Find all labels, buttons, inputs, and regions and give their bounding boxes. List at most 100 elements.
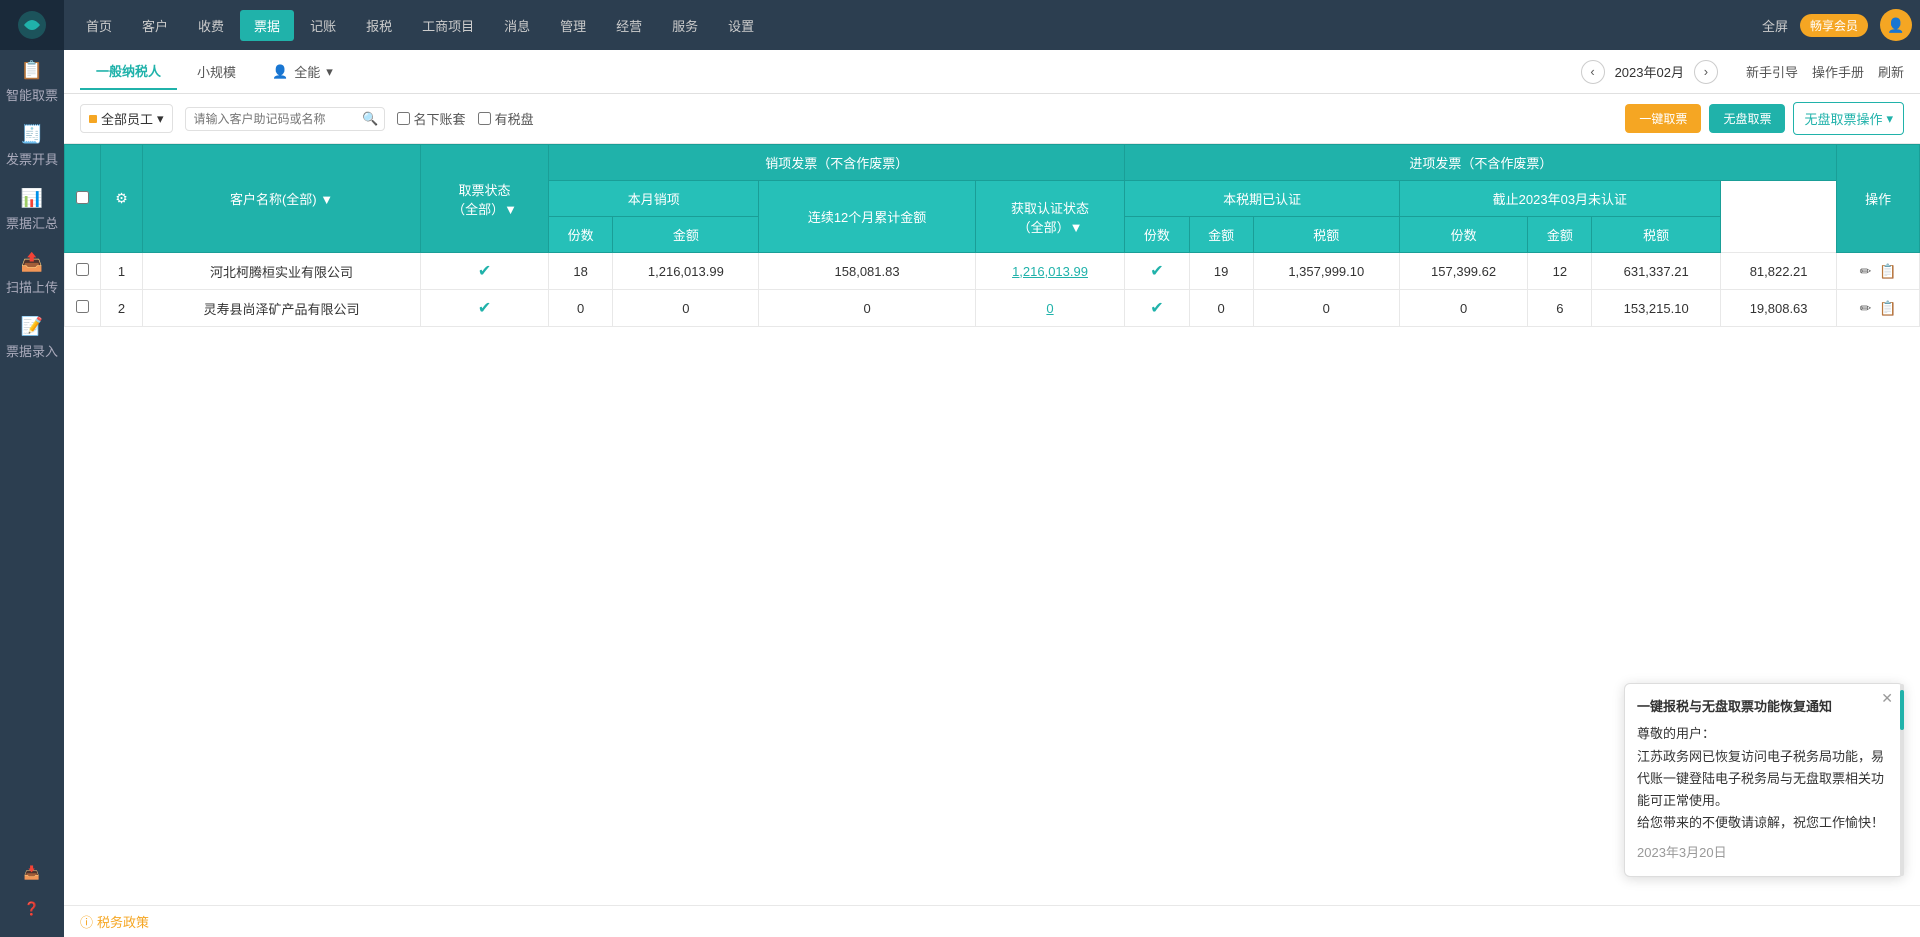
check-youshui-label[interactable]: 有税盘	[478, 109, 534, 128]
notification-scrollbar[interactable]	[1900, 684, 1904, 876]
sidebar-item-label: 扫描上传	[6, 277, 58, 296]
main-table: ⚙ 客户名称(全部) ▼ 取票状态（全部）▼ 销项发票（不含作废票） 进项发票（…	[64, 144, 1920, 327]
th-sales-amount: 金额	[613, 217, 759, 253]
sidebar-item-scan-upload[interactable]: 📤 扫描上传	[0, 242, 64, 306]
refresh-link[interactable]: 刷新	[1878, 62, 1904, 81]
tab-date-nav: ‹ 2023年02月 › 新手引导 操作手册 刷新	[1581, 60, 1904, 84]
sidebar-item-download[interactable]: 📥	[0, 855, 64, 891]
nav-item-home[interactable]: 首页	[72, 10, 126, 41]
th-checkbox[interactable]	[65, 145, 101, 253]
nav-item-tax[interactable]: 报税	[352, 10, 406, 41]
row1-sales-tax: 158,081.83	[759, 253, 975, 290]
th-cert-status[interactable]: 获取认证状态（全部）▼	[975, 181, 1125, 253]
wupan-qupiao-button[interactable]: 无盘取票	[1709, 104, 1785, 133]
check-xiazhanghao[interactable]	[397, 112, 410, 125]
notification-scrollbar-thumb[interactable]	[1900, 690, 1904, 730]
nav-item-customer[interactable]: 客户	[128, 10, 182, 41]
nav-item-business[interactable]: 工商项目	[408, 10, 488, 41]
row1-actions: ✏ 📋	[1837, 253, 1920, 290]
select-all-checkbox[interactable]	[76, 191, 89, 204]
notification-close-button[interactable]: ✕	[1881, 690, 1893, 707]
row2-cert-amount: 0	[1253, 290, 1399, 327]
sidebar-item-invoice-open[interactable]: 🧾 发票开具	[0, 114, 64, 178]
row1-sales-count: 18	[549, 253, 613, 290]
sidebar-item-invoice-summary[interactable]: 📊 票据汇总	[0, 178, 64, 242]
row1-cert-count: 19	[1189, 253, 1253, 290]
search-input[interactable]	[185, 107, 385, 131]
sidebar-item-label: 发票开具	[6, 149, 58, 168]
avatar[interactable]: 👤	[1880, 9, 1912, 41]
tab-general-taxpayer[interactable]: 一般纳税人	[80, 53, 177, 90]
chevron-down-icon[interactable]: ▾	[326, 64, 333, 80]
row1-sales-amount: 1,216,013.99	[613, 253, 759, 290]
row1-customer: 河北柯腾桓实业有限公司	[143, 253, 421, 290]
notification-popup: ✕ 一键报税与无盘取票功能恢复通知 尊敬的用户： 江苏政务网已恢复访问电子税务局…	[1624, 683, 1904, 877]
sidebar-item-help[interactable]: ❓	[0, 891, 64, 927]
row2-checkbox[interactable]	[65, 290, 101, 327]
sidebar-item-smart-ticket[interactable]: 📋 智能取票	[0, 50, 64, 114]
th-customer-name[interactable]: 客户名称(全部) ▼	[143, 145, 421, 253]
search-icon[interactable]: 🔍	[362, 111, 378, 127]
table-row: 2 灵寿县尚泽矿产品有限公司 ✔ 0 0 0 0 ✔ 0 0 0 6 153,2…	[65, 290, 1920, 327]
row1-status: ✔	[421, 253, 549, 290]
row2-cert-tax: 0	[1399, 290, 1527, 327]
sidebar-item-label: 票据录入	[6, 341, 58, 360]
sidebar-item-invoice-entry[interactable]: 📝 票据录入	[0, 306, 64, 370]
next-month-button[interactable]: ›	[1694, 60, 1718, 84]
manual-link[interactable]: 操作手册	[1812, 62, 1864, 81]
yijian-qupiao-button[interactable]: 一键取票	[1625, 104, 1701, 133]
th-purchase-group: 进项发票（不含作废票）	[1125, 145, 1837, 181]
more-operations-button[interactable]: 无盘取票操作 ▾	[1793, 102, 1904, 135]
nav-item-service[interactable]: 服务	[658, 10, 712, 41]
nav-item-message[interactable]: 消息	[490, 10, 544, 41]
employee-dot	[89, 115, 97, 123]
bottom-bar: ⓘ 税务政策	[64, 905, 1920, 937]
th-sales-monthly: 本月销项	[549, 181, 759, 217]
settings-gear-icon[interactable]: ⚙	[115, 190, 128, 206]
nav-item-ticket[interactable]: 票据	[240, 10, 294, 41]
row1-num: 1	[101, 253, 143, 290]
nav-item-accounting[interactable]: 记账	[296, 10, 350, 41]
th-uncertified: 截止2023年03月未认证	[1399, 181, 1720, 217]
vip-button[interactable]: 畅享会员	[1800, 14, 1868, 37]
th-status[interactable]: 取票状态（全部）▼	[421, 145, 549, 253]
th-sales-count: 份数	[549, 217, 613, 253]
check-youshui[interactable]	[478, 112, 491, 125]
row1-cert-amount: 1,357,999.10	[1253, 253, 1399, 290]
tax-policy-link[interactable]: ⓘ 税务政策	[80, 912, 149, 931]
prev-month-button[interactable]: ‹	[1581, 60, 1605, 84]
nav-item-settings[interactable]: 设置	[714, 10, 768, 41]
fullscreen-btn[interactable]: 全屏	[1762, 16, 1788, 35]
edit-icon[interactable]: ✏	[1860, 263, 1872, 280]
tab-all[interactable]: 👤 全能 ▾	[256, 54, 349, 89]
row2-num: 2	[101, 290, 143, 327]
row1-cumulative: 1,216,013.99	[975, 253, 1125, 290]
th-cert-tax: 税额	[1253, 217, 1399, 253]
nav-item-operation[interactable]: 经营	[602, 10, 656, 41]
invoice-entry-icon: 📝	[21, 316, 43, 337]
th-uncert-count: 份数	[1399, 217, 1527, 253]
help-icon: ❓	[24, 901, 40, 917]
th-uncert-amount: 金额	[1528, 217, 1592, 253]
check-xiazhanghao-label[interactable]: 名下账套	[397, 109, 466, 128]
employee-select[interactable]: 全部员工 ▾	[80, 104, 173, 133]
th-cumulative: 连续12个月累计金额	[759, 181, 975, 253]
row2-uncert-amount: 153,215.10	[1592, 290, 1720, 327]
view-icon[interactable]: 📋	[1879, 300, 1896, 317]
row2-actions: ✏ 📋	[1837, 290, 1920, 327]
row1-checkbox[interactable]	[65, 253, 101, 290]
table-row: 1 河北柯腾桓实业有限公司 ✔ 18 1,216,013.99 158,081.…	[65, 253, 1920, 290]
th-settings[interactable]: ⚙	[101, 145, 143, 253]
row2-uncert-count: 6	[1528, 290, 1592, 327]
th-cert-amount: 金额	[1189, 217, 1253, 253]
sidebar-item-label: 票据汇总	[6, 213, 58, 232]
nav-item-fee[interactable]: 收费	[184, 10, 238, 41]
guide-link[interactable]: 新手引导	[1746, 62, 1798, 81]
edit-icon[interactable]: ✏	[1860, 300, 1872, 317]
view-icon[interactable]: 📋	[1879, 263, 1896, 280]
nav-item-manage[interactable]: 管理	[546, 10, 600, 41]
row1-uncert-tax: 81,822.21	[1720, 253, 1837, 290]
th-operation: 操作	[1837, 145, 1920, 253]
tab-small-scale[interactable]: 小规模	[181, 54, 252, 89]
search-wrapper: 🔍	[185, 107, 385, 131]
